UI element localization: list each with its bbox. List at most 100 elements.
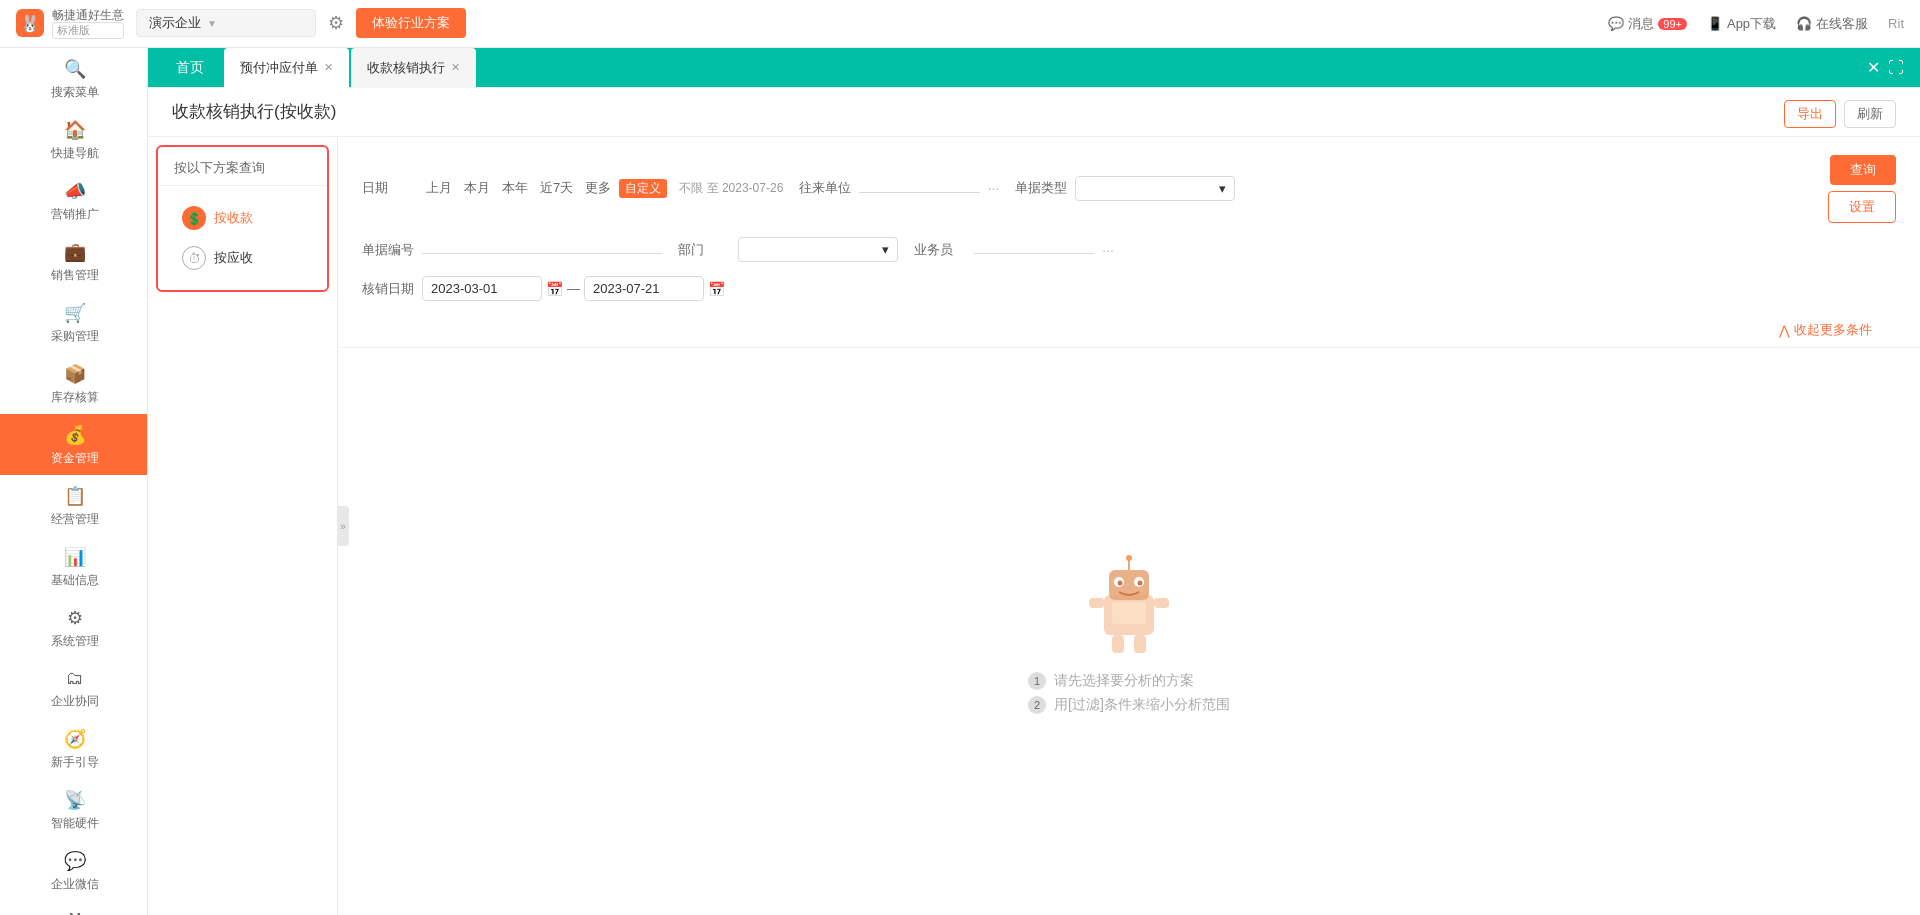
tab-writeoff[interactable]: 收款核销执行 ✕ — [351, 48, 476, 88]
sidebar-item-basic-info[interactable]: 📊 基础信息 — [0, 536, 147, 597]
message-icon: 💬 — [1608, 16, 1624, 31]
solution-button[interactable]: 体验行业方案 — [356, 8, 466, 38]
dropdown-chevron: ▾ — [1219, 181, 1226, 196]
writeoff-date-group: 核销日期 2023-03-01 📅 — 2023-07-21 📅 — [362, 276, 725, 301]
top-bar: 🐰 畅捷通好生意 标准版 演示企业 ▼ ⚙ 体验行业方案 💬 消息 99+ 📱 … — [0, 0, 1920, 48]
sidebar-item-operations[interactable]: 📋 经营管理 — [0, 475, 147, 536]
this-month-btn[interactable]: 本月 — [460, 179, 494, 197]
collapse-conditions-btn[interactable]: ⋀ 收起更多条件 — [362, 315, 1896, 347]
export-button[interactable]: 导出 — [1784, 100, 1836, 128]
online-service-item[interactable]: 🎧 在线客服 — [1796, 15, 1868, 33]
collapse-filter-panel-btn[interactable]: » — [337, 506, 349, 546]
filter-option-by-receipt[interactable]: 💲 按收款 — [158, 198, 327, 238]
hint-2-text: 用[过滤]条件来缩小分析范围 — [1054, 696, 1230, 714]
tab-bar: 首页 预付冲应付单 ✕ 收款核销执行 ✕ ✕ ⛶ — [148, 48, 1920, 88]
doc-type-select[interactable]: ▾ — [1075, 176, 1235, 201]
sidebar-label-wechat: 企业微信 — [51, 876, 99, 893]
basic-info-icon: 📊 — [64, 546, 86, 568]
hint-1-text: 请先选择要分析的方案 — [1054, 672, 1194, 690]
sidebar-label-operations: 经营管理 — [51, 511, 99, 528]
writeoff-end-calendar-icon[interactable]: 📅 — [708, 281, 725, 297]
refresh-button[interactable]: 刷新 — [1844, 100, 1896, 128]
page-header: 收款核销执行(按收款) 导出 刷新 — [148, 88, 1920, 137]
hint-1-number: 1 — [1028, 672, 1046, 690]
sidebar-item-marketing[interactable]: 📣 营销推广 — [0, 170, 147, 231]
counterparty-group: 往来单位 ··· — [799, 179, 999, 197]
tab-controls: ✕ ⛶ — [1867, 58, 1912, 77]
sidebar-item-vip[interactable]: V 畅会员 — [0, 901, 147, 915]
sidebar: 🔍 搜索菜单 🏠 快捷导航 📣 营销推广 💼 销售管理 🛒 采购管理 📦 库存核… — [0, 48, 148, 915]
date-shortcuts: 上月 本月 本年 近7天 更多 自定义 — [422, 179, 667, 198]
settings-icon[interactable]: ⚙ — [328, 12, 344, 34]
filter-options: 💲 按收款 ⏱ 按应收 — [158, 186, 327, 290]
sidebar-item-guide[interactable]: 🧭 新手引导 — [0, 718, 147, 779]
user-item[interactable]: Rit — [1888, 16, 1904, 31]
collapse-icon: ⋀ — [1779, 323, 1790, 338]
date-group: 日期 上月 本月 本年 近7天 更多 自定义 不限 至 2023-07-26 — [362, 179, 783, 198]
date-no-limit: 不限 至 2023-07-26 — [679, 180, 783, 197]
query-button[interactable]: 查询 — [1830, 155, 1896, 185]
department-label: 部门 — [678, 241, 730, 259]
counterparty-ellipsis[interactable]: ··· — [988, 180, 1000, 196]
tab-writeoff-close[interactable]: ✕ — [451, 61, 460, 74]
svg-point-7 — [1126, 555, 1132, 561]
custom-date-btn[interactable]: 自定义 — [619, 179, 667, 198]
writeoff-date-range: 2023-03-01 📅 — 2023-07-21 📅 — [422, 276, 725, 301]
app-download-item[interactable]: 📱 App下载 — [1707, 15, 1776, 33]
sidebar-label-basic-info: 基础信息 — [51, 572, 99, 589]
filter-option-by-receivable[interactable]: ⏱ 按应收 — [158, 238, 327, 278]
last-month-btn[interactable]: 上月 — [422, 179, 456, 197]
sidebar-item-collab[interactable]: 🗂 企业协同 — [0, 658, 147, 718]
svg-point-5 — [1138, 580, 1143, 585]
business-person-label: 业务员 — [914, 241, 966, 259]
sidebar-item-system[interactable]: ⚙ 系统管理 — [0, 597, 147, 658]
svg-rect-9 — [1154, 598, 1169, 608]
sidebar-label-search: 搜索菜单 — [51, 84, 99, 101]
empty-hint-1: 1 请先选择要分析的方案 — [1028, 672, 1230, 690]
this-year-btn[interactable]: 本年 — [498, 179, 532, 197]
tab-expand-icon[interactable]: ⛶ — [1888, 59, 1904, 77]
sidebar-item-search[interactable]: 🔍 搜索菜单 — [0, 48, 147, 109]
writeoff-start-calendar-icon[interactable]: 📅 — [546, 281, 563, 297]
counterparty-label: 往来单位 — [799, 179, 851, 197]
vip-icon: V — [70, 911, 81, 915]
settings-button[interactable]: 设置 — [1828, 191, 1896, 223]
filter-option-receivable-label: 按应收 — [214, 249, 253, 267]
dept-chevron: ▾ — [882, 242, 889, 257]
sidebar-item-hardware[interactable]: 📡 智能硬件 — [0, 779, 147, 840]
message-label: 消息 — [1628, 15, 1654, 33]
company-name: 演示企业 — [149, 14, 201, 32]
sidebar-item-purchase[interactable]: 🛒 采购管理 — [0, 292, 147, 353]
logo-icon: 🐰 — [16, 9, 44, 37]
sidebar-item-finance[interactable]: 💰 资金管理 — [0, 414, 147, 475]
filter-panel: 按以下方案查询 💲 按收款 ⏱ 按应收 » — [148, 137, 338, 915]
sidebar-item-nav[interactable]: 🏠 快捷导航 — [0, 109, 147, 170]
sidebar-item-wechat[interactable]: 💬 企业微信 — [0, 840, 147, 901]
more-date-btn[interactable]: 更多 — [581, 179, 615, 197]
tab-prepay[interactable]: 预付冲应付单 ✕ — [224, 48, 349, 88]
tab-prepay-close[interactable]: ✕ — [324, 61, 333, 74]
tab-close-all-icon[interactable]: ✕ — [1867, 58, 1880, 77]
writeoff-date-start[interactable]: 2023-03-01 — [422, 276, 542, 301]
company-selector[interactable]: 演示企业 ▼ — [136, 9, 316, 37]
department-select[interactable]: ▾ — [738, 237, 898, 262]
home-icon: 🏠 — [64, 119, 86, 141]
layout: 🔍 搜索菜单 🏠 快捷导航 📣 营销推广 💼 销售管理 🛒 采购管理 📦 库存核… — [0, 48, 1920, 915]
svg-point-4 — [1118, 580, 1123, 585]
finance-icon: 💰 — [64, 424, 86, 446]
message-item[interactable]: 💬 消息 99+ — [1608, 15, 1687, 33]
tab-home[interactable]: 首页 — [156, 48, 224, 88]
page-header-actions: 导出 刷新 — [1784, 100, 1896, 128]
svg-rect-12 — [1112, 602, 1146, 624]
app-download-label: App下载 — [1727, 15, 1776, 33]
last-7-days-btn[interactable]: 近7天 — [536, 179, 577, 197]
sidebar-item-sales[interactable]: 💼 销售管理 — [0, 231, 147, 292]
business-person-ellipsis[interactable]: ··· — [1102, 242, 1114, 258]
sidebar-item-inventory[interactable]: 📦 库存核算 — [0, 353, 147, 414]
sidebar-label-inventory: 库存核算 — [51, 389, 99, 406]
svg-rect-11 — [1134, 635, 1146, 653]
tab-prepay-label: 预付冲应付单 — [240, 59, 318, 77]
hardware-icon: 📡 — [64, 789, 86, 811]
user-name: Rit — [1888, 16, 1904, 31]
writeoff-date-end[interactable]: 2023-07-21 — [584, 276, 704, 301]
